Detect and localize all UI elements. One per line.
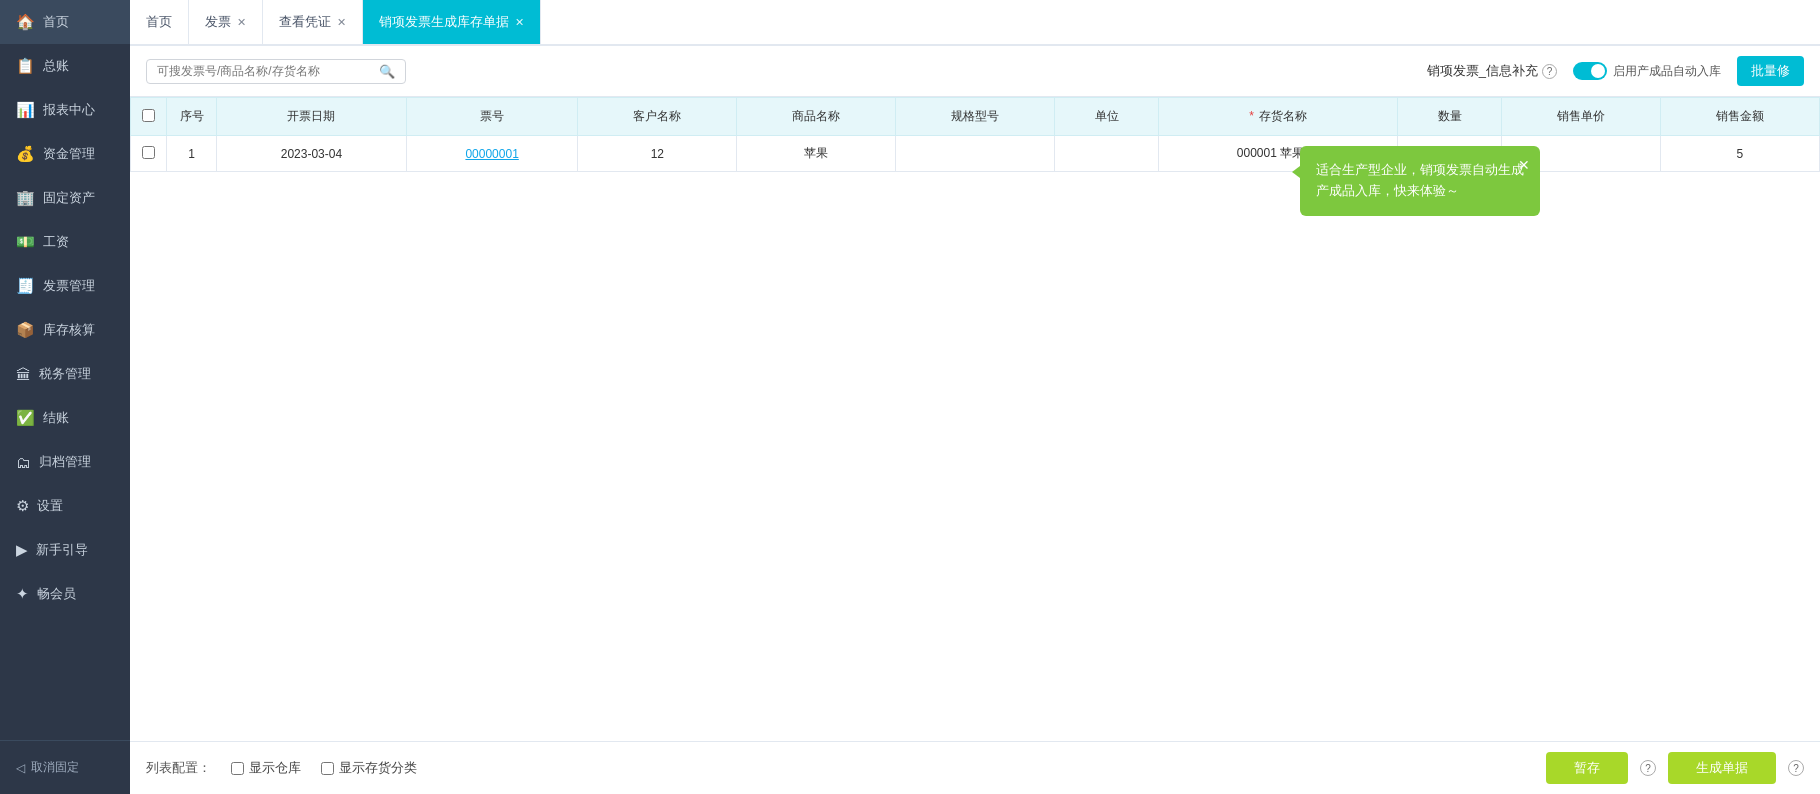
show-warehouse-checkbox[interactable] <box>231 762 244 775</box>
salary-icon: 💵 <box>16 233 35 251</box>
row-amount: 5 <box>1660 136 1819 172</box>
home-icon: 🏠 <box>16 13 35 31</box>
search-box[interactable]: 🔍 <box>146 59 406 84</box>
row-unit <box>1055 136 1159 172</box>
th-customer: 客户名称 <box>578 98 737 136</box>
sidebar-item-inventory[interactable]: 📦 库存核算 <box>0 308 130 352</box>
select-all-checkbox[interactable] <box>142 109 155 122</box>
batch-button[interactable]: 批量修 <box>1737 56 1804 86</box>
footer: 列表配置： 显示仓库 显示存货分类 暂存 ? 生成单据 ? <box>130 741 1820 794</box>
settings-icon: ⚙ <box>16 497 29 515</box>
th-seq: 序号 <box>167 98 217 136</box>
th-amount: 销售金额 <box>1660 98 1819 136</box>
sidebar-item-tax[interactable]: 🏛 税务管理 <box>0 352 130 396</box>
row-goods: 苹果 <box>737 136 896 172</box>
th-unit-price: 销售单价 <box>1501 98 1660 136</box>
closing-icon: ✅ <box>16 409 35 427</box>
sidebar-item-ledger[interactable]: 📋 总账 <box>0 44 130 88</box>
guide-icon: ▶ <box>16 541 28 559</box>
main-area: 首页 发票 ✕ 查看凭证 ✕ 销项发票生成库存单据 ✕ 🔍 销项发票_信息补充 <box>130 0 1820 794</box>
sidebar-item-archive[interactable]: 🗂 归档管理 <box>0 440 130 484</box>
sidebar-bottom: ◁ 取消固定 <box>0 740 130 794</box>
invoice-icon: 🧾 <box>16 277 35 295</box>
search-icon: 🔍 <box>379 64 395 79</box>
table-row: 1 2023-03-04 00000001 12 苹果 000001 苹果 个 … <box>131 136 1820 172</box>
sidebar-item-guide[interactable]: ▶ 新手引导 <box>0 528 130 572</box>
toggle-switch[interactable]: 启用产成品自动入库 <box>1573 62 1721 80</box>
show-warehouse-option[interactable]: 显示仓库 <box>231 759 301 777</box>
row-ticket-no[interactable]: 00000001 <box>406 136 577 172</box>
tab-voucher-close[interactable]: ✕ <box>337 16 346 29</box>
sidebar-item-invoice[interactable]: 🧾 发票管理 <box>0 264 130 308</box>
toggle-track[interactable] <box>1573 62 1607 80</box>
assets-icon: 🏢 <box>16 189 35 207</box>
sidebar-item-funds[interactable]: 💰 资金管理 <box>0 132 130 176</box>
archive-icon: 🗂 <box>16 454 31 471</box>
info-icon[interactable]: ? <box>1542 64 1557 79</box>
search-input[interactable] <box>157 64 373 78</box>
tab-generate-inventory[interactable]: 销项发票生成库存单据 ✕ <box>363 0 541 44</box>
sidebar-item-member[interactable]: ✦ 畅会员 <box>0 572 130 616</box>
tooltip-close-button[interactable]: ✕ <box>1518 154 1530 176</box>
row-seq: 1 <box>167 136 217 172</box>
undo-icon: ◁ <box>16 761 25 775</box>
row-checkbox-cell <box>131 136 167 172</box>
tab-bar: 首页 发票 ✕ 查看凭证 ✕ 销项发票生成库存单据 ✕ <box>130 0 1820 46</box>
th-unit: 单位 <box>1055 98 1159 136</box>
toggle-thumb <box>1591 64 1605 78</box>
row-customer: 12 <box>578 136 737 172</box>
show-category-checkbox[interactable] <box>321 762 334 775</box>
sidebar-item-home[interactable]: 🏠 首页 <box>0 0 130 44</box>
th-checkbox <box>131 98 167 136</box>
ledger-icon: 📋 <box>16 57 35 75</box>
sidebar-item-salary[interactable]: 💵 工资 <box>0 220 130 264</box>
row-checkbox[interactable] <box>142 146 155 159</box>
toolbar-right: 销项发票_信息补充 ? 启用产成品自动入库 批量修 <box>1427 56 1804 86</box>
generate-help-icon[interactable]: ? <box>1788 760 1804 776</box>
th-ticket-no: 票号 <box>406 98 577 136</box>
required-star: * <box>1249 109 1254 123</box>
tab-home[interactable]: 首页 <box>130 0 189 44</box>
footer-actions: 暂存 ? 生成单据 ? <box>1546 752 1804 784</box>
sidebar: 🏠 首页 📋 总账 📊 报表中心 💰 资金管理 🏢 固定资产 💵 工资 🧾 发票… <box>0 0 130 794</box>
tab-invoice[interactable]: 发票 ✕ <box>189 0 263 44</box>
ticket-link[interactable]: 00000001 <box>465 147 518 161</box>
undo-fixed-button[interactable]: ◁ 取消固定 <box>0 749 130 786</box>
member-icon: ✦ <box>16 585 29 603</box>
tooltip-popup: ✕ 适合生产型企业，销项发票自动生成产成品入库，快来体验～ <box>1300 146 1540 216</box>
reports-icon: 📊 <box>16 101 35 119</box>
table-wrapper: 序号 开票日期 票号 客户名称 商品名称 规格型号 单位 * 存货名称 数量 销… <box>130 97 1820 741</box>
save-help-icon[interactable]: ? <box>1640 760 1656 776</box>
th-qty: 数量 <box>1398 98 1502 136</box>
tax-icon: 🏛 <box>16 366 31 383</box>
th-date: 开票日期 <box>217 98 407 136</box>
save-button[interactable]: 暂存 <box>1546 752 1628 784</box>
tab-generate-close[interactable]: ✕ <box>515 16 524 29</box>
inventory-icon: 📦 <box>16 321 35 339</box>
info-label: 销项发票_信息补充 ? <box>1427 62 1557 80</box>
tab-invoice-close[interactable]: ✕ <box>237 16 246 29</box>
footer-config-label: 列表配置： <box>146 759 211 777</box>
sidebar-item-assets[interactable]: 🏢 固定资产 <box>0 176 130 220</box>
data-table: 序号 开票日期 票号 客户名称 商品名称 规格型号 单位 * 存货名称 数量 销… <box>130 97 1820 172</box>
th-goods: 商品名称 <box>737 98 896 136</box>
sidebar-item-reports[interactable]: 📊 报表中心 <box>0 88 130 132</box>
generate-button[interactable]: 生成单据 <box>1668 752 1776 784</box>
row-spec <box>896 136 1055 172</box>
sidebar-item-closing[interactable]: ✅ 结账 <box>0 396 130 440</box>
funds-icon: 💰 <box>16 145 35 163</box>
show-category-option[interactable]: 显示存货分类 <box>321 759 417 777</box>
content-area: 🔍 销项发票_信息补充 ? 启用产成品自动入库 批量修 <box>130 46 1820 794</box>
row-date: 2023-03-04 <box>217 136 407 172</box>
th-spec: 规格型号 <box>896 98 1055 136</box>
tab-voucher[interactable]: 查看凭证 ✕ <box>263 0 363 44</box>
sidebar-item-settings[interactable]: ⚙ 设置 <box>0 484 130 528</box>
th-inventory: * 存货名称 <box>1159 98 1398 136</box>
toolbar: 🔍 销项发票_信息补充 ? 启用产成品自动入库 批量修 <box>130 46 1820 97</box>
